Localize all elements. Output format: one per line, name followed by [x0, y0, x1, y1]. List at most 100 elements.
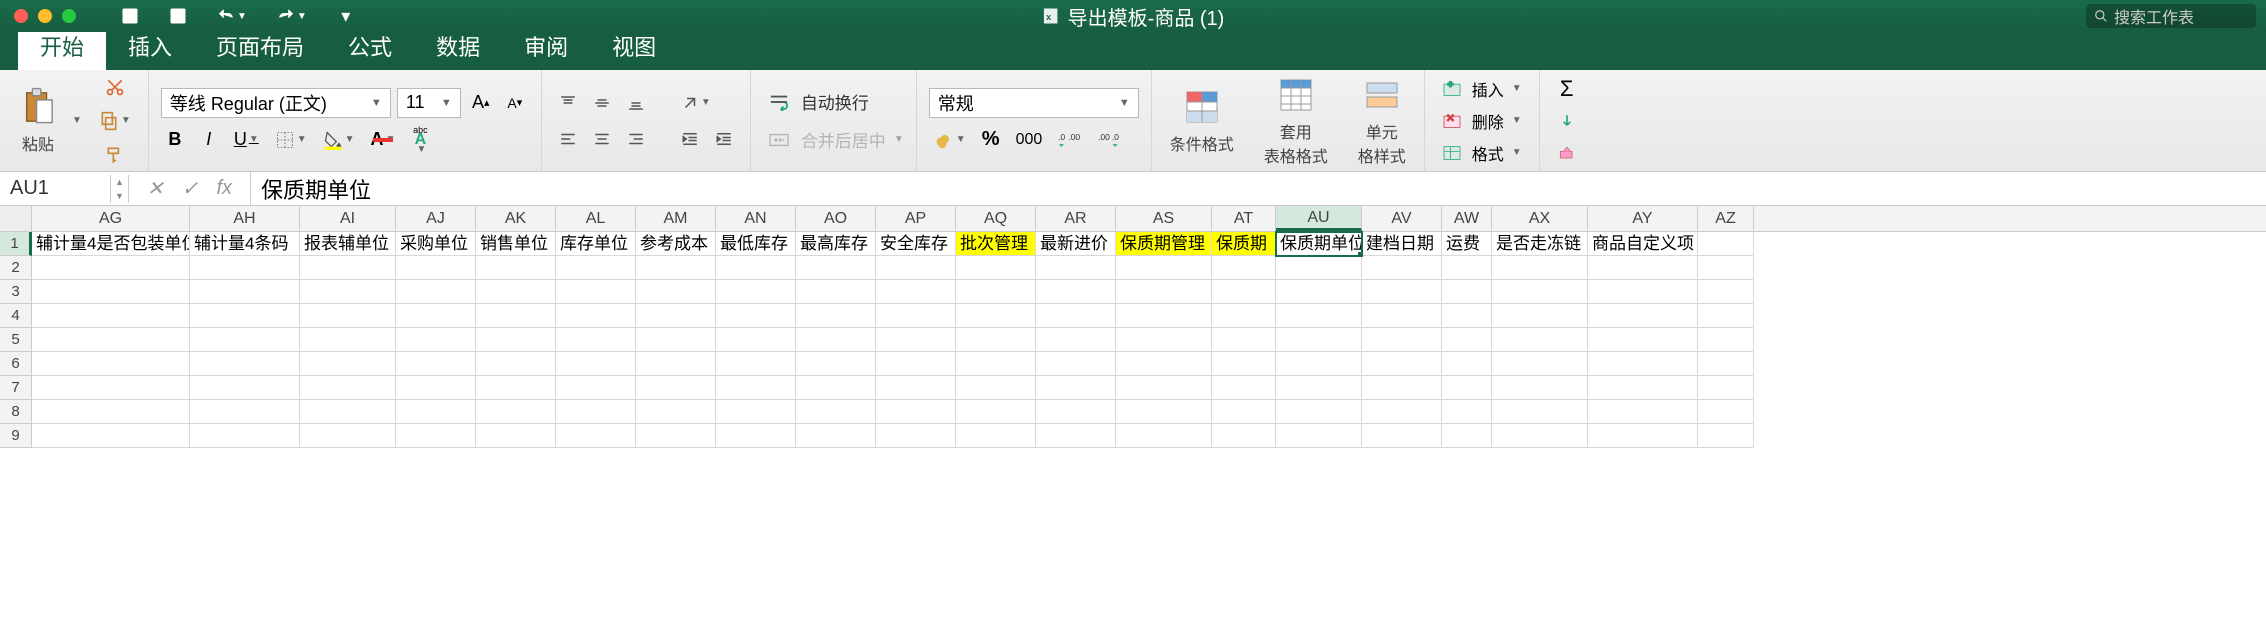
cell-AI9[interactable]	[300, 424, 396, 448]
increase-indent-button[interactable]	[710, 125, 738, 153]
font-color-button[interactable]: A▼	[366, 126, 401, 154]
orientation-button[interactable]: ▼	[676, 89, 716, 117]
cell-AG1[interactable]: 辅计量4是否包装单位	[32, 232, 190, 256]
name-box-spinner[interactable]: ▲▼	[110, 175, 129, 203]
row-header-4[interactable]: 4	[0, 304, 32, 328]
cell-AQ1[interactable]: 批次管理	[956, 232, 1036, 256]
column-header-AT[interactable]: AT	[1212, 206, 1276, 231]
cell-AG6[interactable]	[32, 352, 190, 376]
cell-AV4[interactable]	[1362, 304, 1442, 328]
cell-AV2[interactable]	[1362, 256, 1442, 280]
cell-AQ9[interactable]	[956, 424, 1036, 448]
cancel-formula-button[interactable]: ✕	[147, 176, 164, 201]
cell-AL9[interactable]	[556, 424, 636, 448]
cell-AO7[interactable]	[796, 376, 876, 400]
cell-AV3[interactable]	[1362, 280, 1442, 304]
cell-AO2[interactable]	[796, 256, 876, 280]
cell-AN8[interactable]	[716, 400, 796, 424]
cell-AV7[interactable]	[1362, 376, 1442, 400]
row-header-9[interactable]: 9	[0, 424, 32, 448]
cell-AI2[interactable]	[300, 256, 396, 280]
cell-AG5[interactable]	[32, 328, 190, 352]
cell-AL7[interactable]	[556, 376, 636, 400]
decrease-decimal-button[interactable]: .00.0	[1093, 126, 1127, 154]
copy-button[interactable]: ▼	[94, 107, 136, 135]
cell-AR7[interactable]	[1036, 376, 1116, 400]
align-bottom-button[interactable]	[622, 89, 650, 117]
cell-AL6[interactable]	[556, 352, 636, 376]
save-as-icon[interactable]	[164, 2, 192, 30]
cell-AO1[interactable]: 最高库存	[796, 232, 876, 256]
cell-AJ1[interactable]: 采购单位	[396, 232, 476, 256]
column-header-AK[interactable]: AK	[476, 206, 556, 231]
cell-AP8[interactable]	[876, 400, 956, 424]
cell-AN7[interactable]	[716, 376, 796, 400]
cell-AY3[interactable]	[1588, 280, 1698, 304]
cell-AY8[interactable]	[1588, 400, 1698, 424]
cell-AJ8[interactable]	[396, 400, 476, 424]
column-header-AI[interactable]: AI	[300, 206, 396, 231]
cell-AK8[interactable]	[476, 400, 556, 424]
cell-AJ7[interactable]	[396, 376, 476, 400]
cell-AP3[interactable]	[876, 280, 956, 304]
formula-input[interactable]: 保质期单位	[250, 172, 2266, 205]
cell-AH3[interactable]	[190, 280, 300, 304]
cell-AN2[interactable]	[716, 256, 796, 280]
cell-AP2[interactable]	[876, 256, 956, 280]
cell-AT7[interactable]	[1212, 376, 1276, 400]
cell-AQ7[interactable]	[956, 376, 1036, 400]
cell-AI6[interactable]	[300, 352, 396, 376]
cell-AS8[interactable]	[1116, 400, 1212, 424]
fx-button[interactable]: fx	[216, 177, 232, 200]
fill-color-button[interactable]: ▼	[318, 126, 360, 154]
cell-AG4[interactable]	[32, 304, 190, 328]
cell-AO4[interactable]	[796, 304, 876, 328]
column-header-AJ[interactable]: AJ	[396, 206, 476, 231]
cell-AM5[interactable]	[636, 328, 716, 352]
align-left-button[interactable]	[554, 125, 582, 153]
cell-AV6[interactable]	[1362, 352, 1442, 376]
cell-AN3[interactable]	[716, 280, 796, 304]
row-header-5[interactable]: 5	[0, 328, 32, 352]
cell-AW8[interactable]	[1442, 400, 1492, 424]
cell-AN1[interactable]: 最低库存	[716, 232, 796, 256]
cell-AX4[interactable]	[1492, 304, 1588, 328]
merge-center-button[interactable]	[763, 126, 795, 154]
column-header-AX[interactable]: AX	[1492, 206, 1588, 231]
cell-AZ2[interactable]	[1698, 256, 1754, 280]
cell-AM6[interactable]	[636, 352, 716, 376]
cell-AT2[interactable]	[1212, 256, 1276, 280]
cell-AZ1[interactable]	[1698, 232, 1754, 256]
cell-AK6[interactable]	[476, 352, 556, 376]
column-header-AS[interactable]: AS	[1116, 206, 1212, 231]
cell-AQ6[interactable]	[956, 352, 1036, 376]
cell-AI7[interactable]	[300, 376, 396, 400]
cell-AU4[interactable]	[1276, 304, 1362, 328]
row-header-2[interactable]: 2	[0, 256, 32, 280]
save-icon[interactable]	[116, 2, 144, 30]
minimize-window-button[interactable]	[38, 9, 52, 23]
cell-AT3[interactable]	[1212, 280, 1276, 304]
cell-AJ9[interactable]	[396, 424, 476, 448]
cell-AG7[interactable]	[32, 376, 190, 400]
cell-AR5[interactable]	[1036, 328, 1116, 352]
cell-AG2[interactable]	[32, 256, 190, 280]
format-cells-button[interactable]: 格式▼	[1437, 139, 1527, 167]
cell-AH7[interactable]	[190, 376, 300, 400]
name-box[interactable]	[0, 174, 110, 204]
cell-AS5[interactable]	[1116, 328, 1212, 352]
row-header-3[interactable]: 3	[0, 280, 32, 304]
cell-AW5[interactable]	[1442, 328, 1492, 352]
font-name-combo[interactable]: 等线 Regular (正文)▼	[161, 88, 391, 118]
cell-AM2[interactable]	[636, 256, 716, 280]
column-header-AG[interactable]: AG	[32, 206, 190, 231]
column-header-AY[interactable]: AY	[1588, 206, 1698, 231]
cell-AY4[interactable]	[1588, 304, 1698, 328]
cell-AP7[interactable]	[876, 376, 956, 400]
cell-AL3[interactable]	[556, 280, 636, 304]
cell-AI3[interactable]	[300, 280, 396, 304]
cell-AN9[interactable]	[716, 424, 796, 448]
cell-AG9[interactable]	[32, 424, 190, 448]
number-format-combo[interactable]: 常规▼	[929, 88, 1139, 118]
cell-AT6[interactable]	[1212, 352, 1276, 376]
